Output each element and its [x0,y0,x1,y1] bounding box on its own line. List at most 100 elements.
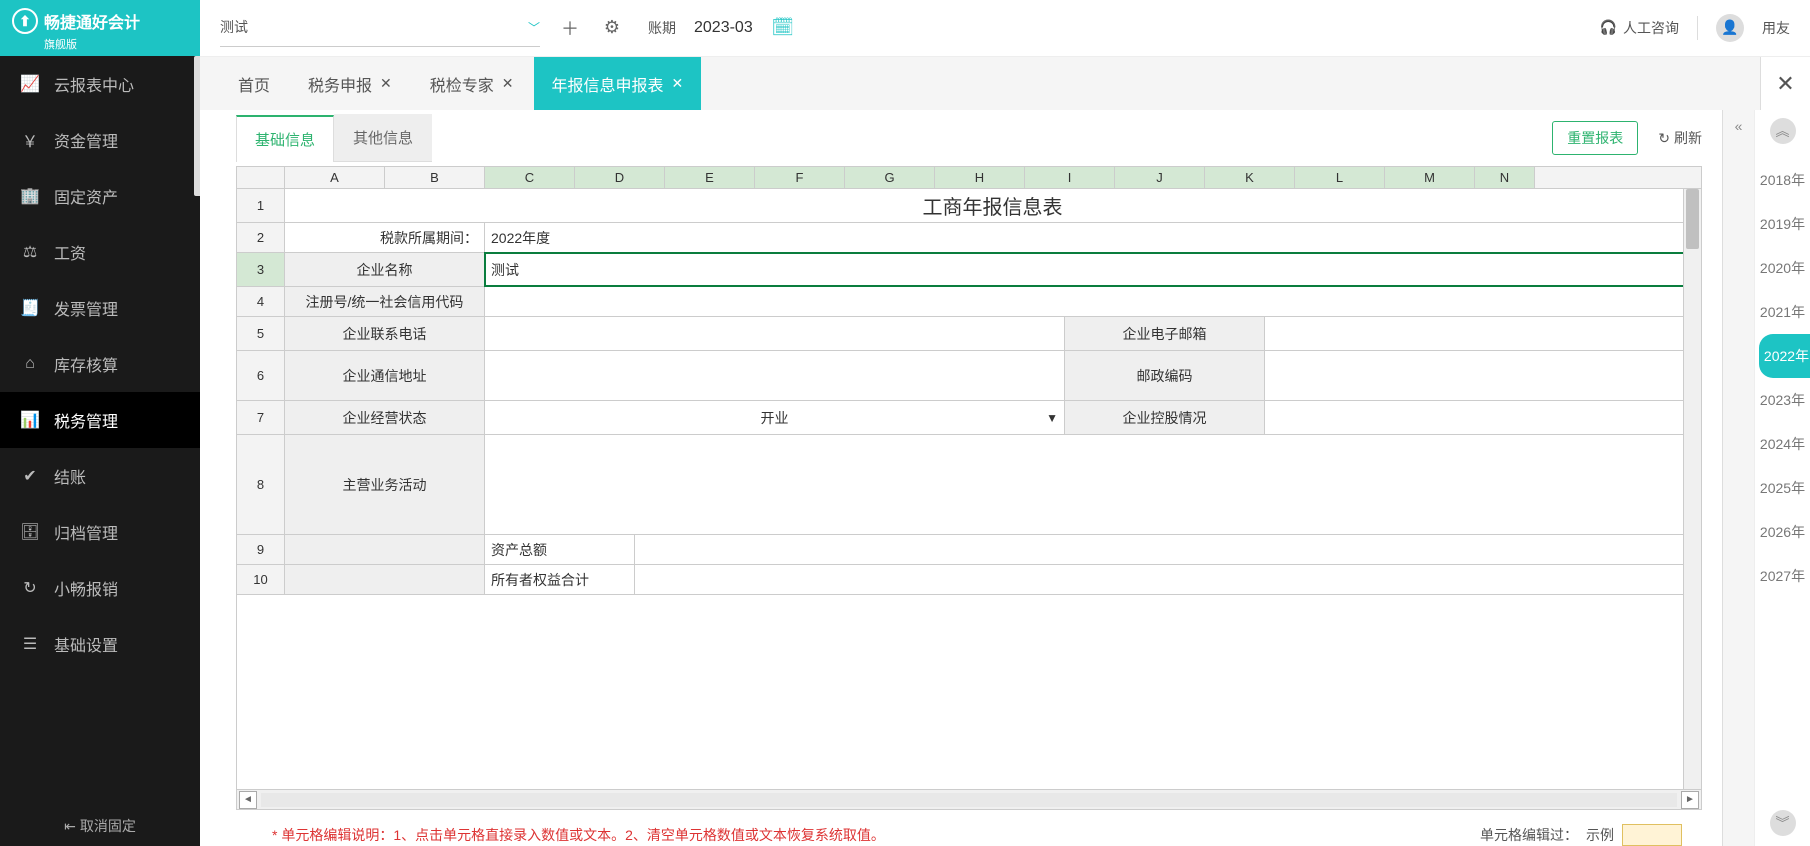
row-header-4[interactable]: 4 [237,287,285,316]
cell-business-label[interactable]: 主营业务活动 [285,435,485,534]
cell-reg-no-label[interactable]: 注册号/统一社会信用代码 [285,287,485,316]
refresh-button[interactable]: ↻ 刷新 [1658,128,1702,148]
cell-r10-blank[interactable] [285,565,485,594]
col-L[interactable]: L [1295,167,1385,188]
col-G[interactable]: G [845,167,935,188]
col-F[interactable]: F [755,167,845,188]
cell-period-value[interactable]: 2022年度 [485,223,1701,252]
sidebar-item-funds[interactable]: ￥资金管理 [0,112,200,168]
year-2027[interactable]: 2027年 [1755,554,1810,598]
col-A[interactable]: A [285,167,385,188]
row-header-7[interactable]: 7 [237,401,285,434]
close-icon[interactable]: ✕ [502,75,514,92]
sidebar-item-tax[interactable]: 📊税务管理 [0,392,200,448]
col-D[interactable]: D [575,167,665,188]
cell-company-name-label[interactable]: 企业名称 [285,253,485,286]
year-2023[interactable]: 2023年 [1755,378,1810,422]
sidebar-item-invoice[interactable]: 🧾发票管理 [0,280,200,336]
subtab-other[interactable]: 其他信息 [334,114,432,161]
add-icon[interactable]: ＋ [558,16,582,40]
reset-button[interactable]: 重置报表 [1552,121,1638,155]
cell-postcode-label[interactable]: 邮政编码 [1065,351,1265,400]
col-J[interactable]: J [1115,167,1205,188]
cell-period-label[interactable]: 税款所属期间： [285,223,485,252]
sidebar-item-assets[interactable]: 🏢固定资产 [0,168,200,224]
year-2019[interactable]: 2019年 [1755,202,1810,246]
col-N[interactable]: N [1475,167,1535,188]
sidebar-item-salary[interactable]: ⚖工资 [0,224,200,280]
cell-reg-no-value[interactable] [485,287,1701,316]
col-H[interactable]: H [935,167,1025,188]
rail-up-icon[interactable]: ︽ [1770,118,1796,144]
period-value[interactable]: 2023-03 [694,19,753,37]
sidebar-item-reports[interactable]: 📈云报表中心 [0,56,200,112]
year-2026[interactable]: 2026年 [1755,510,1810,554]
gear-icon[interactable]: ⚙ [600,16,624,40]
cell-assets-value[interactable] [635,535,1701,564]
cell-r9-blank[interactable] [285,535,485,564]
close-icon[interactable]: ✕ [672,75,684,92]
tab-home[interactable]: 首页 [220,57,288,110]
rail-down-icon[interactable]: ︾ [1770,810,1796,836]
scroll-left-icon[interactable]: ◄ [239,791,257,809]
col-I[interactable]: I [1025,167,1115,188]
cell-company-name-value[interactable]: 测试 [485,253,1701,286]
row-header-10[interactable]: 10 [237,565,285,594]
row-header-5[interactable]: 5 [237,317,285,350]
vertical-scrollbar[interactable] [1683,189,1701,789]
rail-collapse[interactable]: « [1722,110,1754,846]
sheet-title[interactable]: 工商年报信息表 [285,189,1701,222]
username[interactable]: 用友 [1762,18,1790,38]
avatar[interactable]: 👤 [1716,14,1744,42]
cell-holding-value[interactable] [1265,401,1701,434]
sidebar-item-inventory[interactable]: ⌂库存核算 [0,336,200,392]
year-2020[interactable]: 2020年 [1755,246,1810,290]
select-all-corner[interactable] [237,167,285,188]
col-M[interactable]: M [1385,167,1475,188]
consult-link[interactable]: 🎧 人工咨询 [1600,18,1679,38]
col-C[interactable]: C [485,167,575,188]
calendar-icon[interactable]: 🗓 [771,16,795,40]
year-2025[interactable]: 2025年 [1755,466,1810,510]
cell-phone-label[interactable]: 企业联系电话 [285,317,485,350]
year-2022[interactable]: 2022年 [1759,334,1810,378]
tab-annual-report[interactable]: 年报信息申报表✕ [534,57,702,110]
scroll-thumb[interactable] [1686,189,1699,249]
cell-phone-value[interactable] [485,317,1065,350]
row-header-1[interactable]: 1 [237,189,285,222]
col-E[interactable]: E [665,167,755,188]
col-K[interactable]: K [1205,167,1295,188]
year-2018[interactable]: 2018年 [1755,158,1810,202]
cell-business-value[interactable] [485,435,1701,534]
col-B[interactable]: B [385,167,485,188]
cell-email-value[interactable] [1265,317,1701,350]
sidebar-item-closing[interactable]: ✔结账 [0,448,200,504]
sidebar-item-expense[interactable]: ↻小畅报销 [0,560,200,616]
tab-tax-expert[interactable]: 税检专家✕ [412,57,532,110]
row-header-9[interactable]: 9 [237,535,285,564]
cell-assets-label[interactable]: 资产总额 [485,535,635,564]
close-icon[interactable]: ✕ [380,75,392,92]
sidebar-item-settings[interactable]: ☰基础设置 [0,616,200,672]
row-header-2[interactable]: 2 [237,223,285,252]
row-header-8[interactable]: 8 [237,435,285,534]
row-header-3[interactable]: 3 [237,253,285,286]
tab-tax-declare[interactable]: 税务申报✕ [290,57,410,110]
company-select[interactable]: 测试 ﹀ [220,9,540,47]
cell-holding-label[interactable]: 企业控股情况 [1065,401,1265,434]
year-2024[interactable]: 2024年 [1755,422,1810,466]
scroll-track[interactable] [261,793,1677,807]
subtab-basic[interactable]: 基础信息 [236,115,334,162]
cell-equity-label[interactable]: 所有者权益合计 [485,565,635,594]
cell-address-label[interactable]: 企业通信地址 [285,351,485,400]
cell-equity-value[interactable] [635,565,1701,594]
cell-postcode-value[interactable] [1265,351,1701,400]
cell-address-value[interactable] [485,351,1065,400]
scroll-right-icon[interactable]: ► [1681,791,1699,809]
sidebar-item-archive[interactable]: 🗄归档管理 [0,504,200,560]
cell-email-label[interactable]: 企业电子邮箱 [1065,317,1265,350]
cell-status-label[interactable]: 企业经营状态 [285,401,485,434]
cell-status-value[interactable]: 开业▼ [485,401,1065,434]
year-2021[interactable]: 2021年 [1755,290,1810,334]
horizontal-scrollbar[interactable]: ◄ ► [237,789,1701,809]
